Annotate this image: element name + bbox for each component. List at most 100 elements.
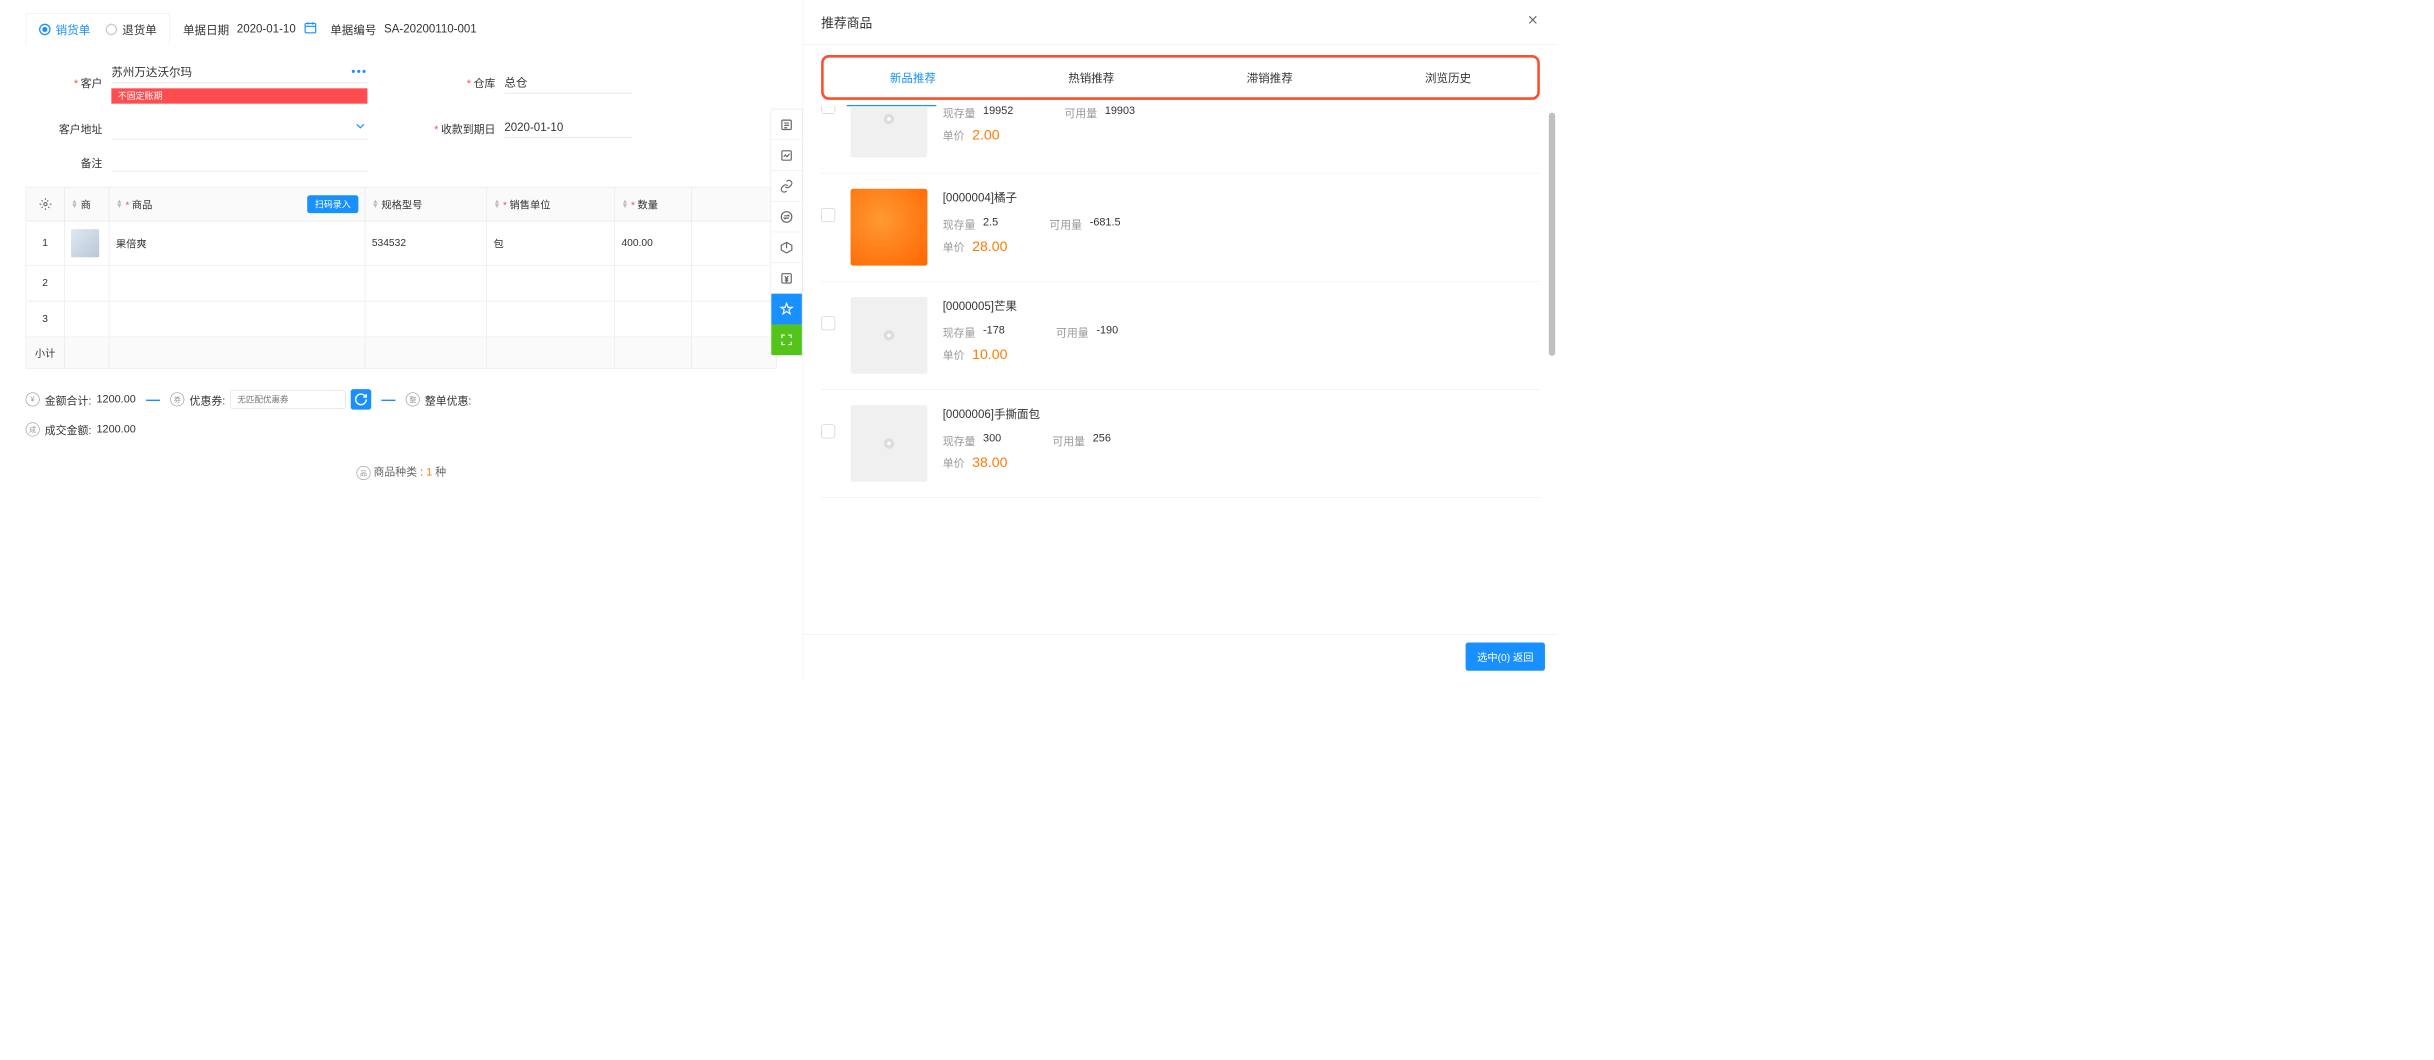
avail-label: 可用量 <box>1052 432 1085 448</box>
star-icon <box>780 302 794 316</box>
receipt-icon <box>780 240 794 254</box>
remark-text-input[interactable] <box>111 155 367 168</box>
warehouse-input[interactable]: 总仓 <box>504 71 632 93</box>
product-list[interactable]: 250ml 现存量19952 可用量19903 单价2.00 [0000004]… <box>803 106 1558 634</box>
price-label: 单价 <box>943 346 965 363</box>
stock-value: 2.5 <box>983 216 998 232</box>
row-spec-cell[interactable] <box>365 301 487 336</box>
coupon-label: 优惠券: <box>190 391 226 407</box>
row-product-cell[interactable] <box>109 266 365 301</box>
row-spec-cell[interactable] <box>365 266 487 301</box>
product-checkbox[interactable] <box>821 106 835 114</box>
radio-return-order[interactable]: 退货单 <box>106 21 157 38</box>
table-row[interactable]: 2 <box>26 266 776 302</box>
stock-value: -178 <box>983 324 1005 340</box>
product-item[interactable]: [0000006]手撕面包 现存量300 可用量256 单价38.00 <box>821 390 1540 498</box>
side-list-button[interactable] <box>771 109 802 140</box>
tab-hot[interactable]: 热销推荐 <box>1002 65 1180 89</box>
remark-input[interactable] <box>111 152 367 171</box>
row-img-cell <box>65 266 110 301</box>
recommend-title: 推荐商品 <box>821 13 872 32</box>
row-unit-cell[interactable] <box>487 266 615 301</box>
placeholder-icon <box>882 328 896 342</box>
doc-date-value[interactable]: 2020-01-10 <box>237 22 296 35</box>
doc-code-value: SA-20200110-001 <box>384 22 477 35</box>
doc-type-radio-group: 销货单 退货单 <box>26 13 171 46</box>
duedate-label: 收款到期日 <box>419 120 496 136</box>
col-settings-button[interactable] <box>26 188 64 221</box>
select-return-button[interactable]: 选中(0) 返回 <box>1466 643 1545 671</box>
price-value: 28.00 <box>972 238 1007 255</box>
coupon-input[interactable] <box>230 390 345 409</box>
placeholder-icon <box>882 436 896 450</box>
customer-value: 苏州万达沃尔玛 <box>111 63 192 80</box>
side-swap-button[interactable] <box>771 202 802 233</box>
product-checkbox[interactable] <box>821 424 835 438</box>
recommend-tabs-container: 新品推荐 热销推荐 滞销推荐 浏览历史 <box>803 45 1558 106</box>
avail-value: -681.5 <box>1090 216 1121 232</box>
price-label: 单价 <box>943 127 965 144</box>
product-item[interactable]: [0000005]芒果 现存量-178 可用量-190 单价10.00 <box>821 282 1540 390</box>
form-warehouse: 仓库 总仓 <box>419 61 633 104</box>
yen-icon: ¥ <box>26 392 40 406</box>
product-name: [0000004]橘子 <box>943 189 1540 206</box>
col-img-header[interactable]: ▲▼商 <box>65 188 110 221</box>
product-thumb <box>851 297 928 374</box>
product-checkbox[interactable] <box>821 316 835 330</box>
customer-input[interactable]: 苏州万达沃尔玛 ••• <box>111 61 367 83</box>
side-chart-button[interactable] <box>771 140 802 171</box>
price-value: 10.00 <box>972 346 1007 363</box>
avail-value: 19903 <box>1105 106 1135 120</box>
customer-picker-icon[interactable]: ••• <box>351 65 367 78</box>
row-qty-cell[interactable]: 400.00 <box>615 221 692 265</box>
col-qty-header[interactable]: ▲▼数量 <box>615 188 692 221</box>
refresh-button[interactable] <box>351 389 371 409</box>
duedate-input[interactable]: 2020-01-10 <box>504 118 632 137</box>
address-input[interactable] <box>111 116 367 139</box>
scrollbar-thumb[interactable] <box>1549 113 1555 356</box>
sort-icon: ▲▼ <box>493 200 500 209</box>
close-button[interactable] <box>1526 13 1540 32</box>
remark-label: 备注 <box>26 154 103 170</box>
tab-history[interactable]: 浏览历史 <box>1359 65 1537 89</box>
row-spec-cell[interactable]: 534532 <box>365 221 487 265</box>
sort-icon: ▲▼ <box>71 200 78 209</box>
chevron-down-icon[interactable] <box>353 119 367 136</box>
row-product-cell[interactable]: 果倍爽 <box>109 221 365 265</box>
side-currency-button[interactable] <box>771 263 802 294</box>
row-unit-cell[interactable] <box>487 301 615 336</box>
radio-sales-order[interactable]: 销货单 <box>39 21 90 38</box>
product-checkbox[interactable] <box>821 208 835 222</box>
side-expand-button[interactable] <box>771 324 802 355</box>
side-link-button[interactable] <box>771 171 802 202</box>
row-qty-cell[interactable] <box>615 301 692 336</box>
product-name: [0000006]手撕面包 <box>943 405 1540 422</box>
side-star-button[interactable] <box>771 294 802 325</box>
side-receipt-button[interactable] <box>771 232 802 263</box>
avail-label: 可用量 <box>1065 106 1098 120</box>
kind-suffix: 种 <box>435 466 446 478</box>
table-row[interactable]: 3 <box>26 301 776 337</box>
product-item[interactable]: [0000004]橘子 现存量2.5 可用量-681.5 单价28.00 <box>821 173 1540 281</box>
tab-new[interactable]: 新品推荐 <box>824 65 1002 89</box>
table-row[interactable]: 1 果倍爽 534532 包 400.00 <box>26 221 776 265</box>
row-qty-cell[interactable] <box>615 266 692 301</box>
col-unit-header[interactable]: ▲▼销售单位 <box>487 188 615 221</box>
currency-icon <box>780 271 794 285</box>
col-product-header[interactable]: ▲▼ 商品 扫码录入 <box>109 188 365 221</box>
form-remark: 备注 <box>26 152 368 171</box>
calendar-icon[interactable] <box>303 20 317 37</box>
avail-value: -190 <box>1096 324 1118 340</box>
tab-slow[interactable]: 滞销推荐 <box>1180 65 1358 89</box>
col-spec-header[interactable]: ▲▼规格型号 <box>365 188 487 221</box>
kind-label: 商品种类 : <box>374 466 424 478</box>
scan-input-button[interactable]: 扫码录入 <box>307 195 358 213</box>
row-product-cell[interactable] <box>109 301 365 336</box>
product-item[interactable]: 250ml 现存量19952 可用量19903 单价2.00 <box>821 106 1540 173</box>
product-name: [0000005]芒果 <box>943 297 1540 314</box>
deal-icon: 成 <box>26 422 40 436</box>
refresh-icon <box>354 392 368 406</box>
product-info: 250ml 现存量19952 可用量19903 单价2.00 <box>943 106 1540 143</box>
list-icon <box>780 117 794 131</box>
row-unit-cell[interactable]: 包 <box>487 221 615 265</box>
